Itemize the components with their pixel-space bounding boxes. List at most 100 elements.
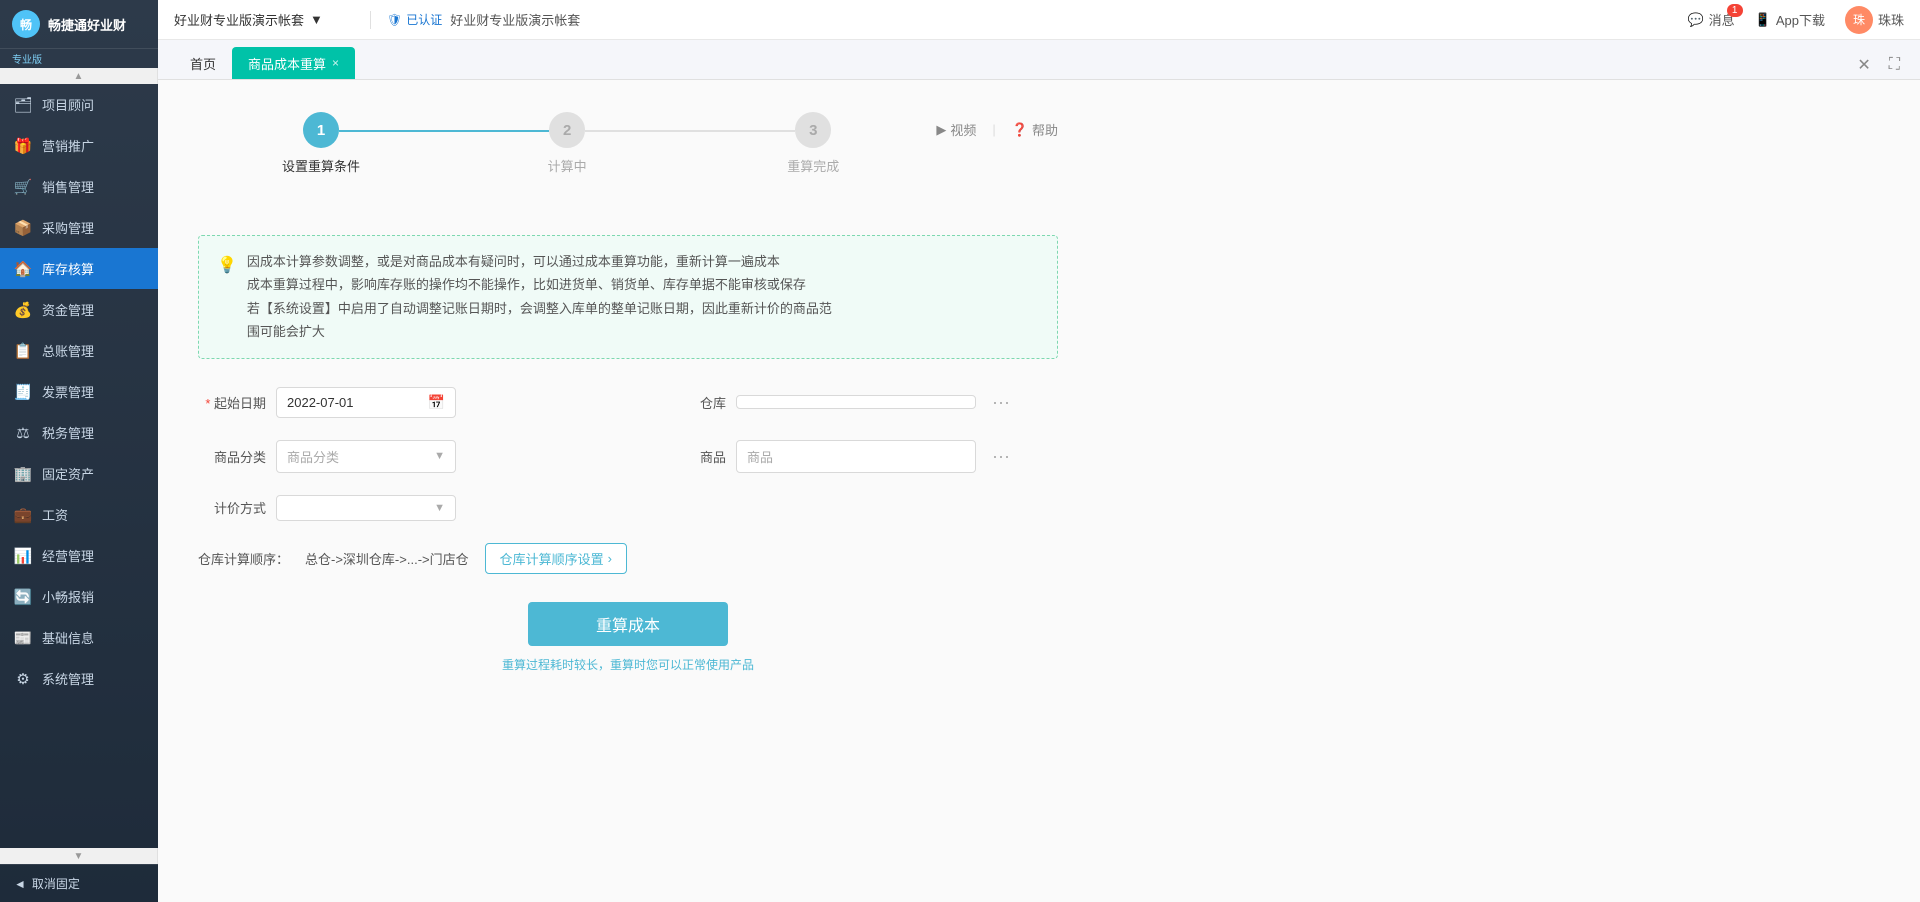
info-line-3: 若【系统设置】中启用了自动调整记账日期时，会调整入库单的整单记账日期，因此重新计… [247,297,832,320]
info-content: 因成本计算参数调整，或是对商品成本有疑问时，可以通过成本重算功能，重新计算一遍成… [247,250,832,344]
recalc-btn[interactable]: 重算成本 [528,602,728,646]
price-method-label: 计价方式 [198,498,266,517]
warehouse-more-icon[interactable]: ··· [986,392,1016,413]
sidebar-item-marketing[interactable]: 🎁 营销推广 [0,125,158,166]
sidebar-item-purchase[interactable]: 📦 采购管理 [0,207,158,248]
avatar: 珠 [1845,6,1873,34]
warehouse-order-settings-btn[interactable]: 仓库计算顺序设置 › [485,543,627,574]
certified-badge: 🛡 已认证 [387,11,442,28]
project-icon: 🗂 [14,96,32,114]
video-btn[interactable]: ▶ 视频 [936,120,976,139]
sidebar-item-operations[interactable]: 📊 经营管理 [0,535,158,576]
sidebar-item-tax[interactable]: ⚖ 税务管理 [0,412,158,453]
user-name: 珠珠 [1878,10,1904,29]
warehouse-group: 仓库 ··· [658,392,1058,413]
app-download-btn[interactable]: 📱 App下载 [1755,10,1825,29]
operations-icon: 📊 [14,547,32,565]
category-select[interactable]: 商品分类 ▼ [276,440,456,473]
category-label: 商品分类 [198,447,266,466]
step1-circle: 1 [303,112,339,148]
message-icon: 💬 [1687,12,1703,28]
finance-icon: 💰 [14,301,32,319]
certified-text: 已认证 [406,11,442,28]
tab-close-icon[interactable]: × [332,56,339,70]
tabbar-right: ✕ ⛶ [1853,51,1904,79]
sidebar-item-label: 库存核算 [42,259,94,278]
goods-group: 商品 商品 ··· [658,440,1058,473]
video-label: 视频 [950,120,976,139]
sidebar-item-label: 采购管理 [42,218,94,237]
step-3: 3 重算完成 [690,112,936,175]
form-row-3: 计价方式 ▼ [198,495,1058,521]
message-btn[interactable]: 💬 消息 1 [1687,10,1734,29]
tab-home-label: 首页 [190,54,216,73]
app-logo-text: 畅捷通好业财 [48,15,126,34]
start-date-input[interactable]: 2022-07-01 📅 [276,387,456,418]
sidebar-item-label: 系统管理 [42,669,94,688]
steps: 1 设置重算条件 2 计算中 3 [198,112,936,175]
sidebar-item-label: 固定资产 [42,464,94,483]
sidebar-item-accounting[interactable]: 📋 总账管理 [0,330,158,371]
company-name: 好业财专业版演示帐套 [450,10,580,29]
sales-icon: 🛒 [14,178,32,196]
sidebar-pin-toggle[interactable]: ◄ 取消固定 [0,864,158,902]
close-window-icon[interactable]: ✕ [1853,51,1874,79]
start-date-value: 2022-07-01 [287,395,420,410]
info-icon: 💡 [217,252,237,344]
warehouse-order-row: 仓库计算顺序： 总仓->深圳仓库->...->门店仓 仓库计算顺序设置 › [198,543,1058,574]
pin-icon: ◄ [14,877,26,891]
help-btn[interactable]: ❓ 帮助 [1012,120,1058,139]
goods-label: 商品 [658,447,726,466]
step2-label: 计算中 [548,156,587,175]
tab-home[interactable]: 首页 [174,47,232,79]
sidebar-item-project[interactable]: 🗂 项目顾问 [0,84,158,125]
sidebar-nav: 🗂 项目顾问 🎁 营销推广 🛒 销售管理 📦 采购管理 🏠 库存核算 💰 资金管… [0,84,158,848]
sidebar-scroll-up[interactable]: ▲ [0,68,158,84]
steps-actions: ▶ 视频 | ❓ 帮助 [936,112,1058,139]
topbar: 好业财专业版演示帐套 ▼ 🛡 已认证 好业财专业版演示帐套 💬 消息 1 📱 A… [158,0,1920,40]
sidebar-item-system[interactable]: ⚙ 系统管理 [0,658,158,699]
step1-label: 设置重算条件 [282,156,360,175]
warehouse-input[interactable] [736,395,976,409]
sidebar-item-label: 基础信息 [42,628,94,647]
goods-input[interactable]: 商品 [736,440,976,473]
app-edition: 专业版 [0,49,158,68]
sidebar-item-expense[interactable]: 🔄 小畅报销 [0,576,158,617]
category-arrow-icon: ▼ [434,450,445,462]
sidebar-item-finance[interactable]: 💰 资金管理 [0,289,158,330]
sidebar-item-basic[interactable]: 📰 基础信息 [0,617,158,658]
content-area: 1 设置重算条件 2 计算中 3 [158,80,1920,902]
warehouse-order-value: 总仓->深圳仓库->...->门店仓 [305,549,469,568]
assets-icon: 🏢 [14,465,32,483]
expand-icon[interactable]: ⛶ [1885,52,1904,78]
sidebar-scroll-down[interactable]: ▼ [0,848,158,864]
info-line-4: 围可能会扩大 [247,320,832,343]
basic-icon: 📰 [14,629,32,647]
sidebar-item-invoice[interactable]: 🧾 发票管理 [0,371,158,412]
price-method-select[interactable]: ▼ [276,495,456,521]
info-line-1: 因成本计算参数调整，或是对商品成本有疑问时，可以通过成本重算功能，重新计算一遍成… [247,250,832,273]
topbar-divider [370,11,371,29]
system-icon: ⚙ [14,670,32,688]
salary-icon: 💼 [14,506,32,524]
sidebar-item-sales[interactable]: 🛒 销售管理 [0,166,158,207]
sidebar-item-inventory[interactable]: 🏠 库存核算 [0,248,158,289]
user-profile[interactable]: 珠 珠珠 [1845,6,1904,34]
account-selector[interactable]: 好业财专业版演示帐套 ▼ [174,10,354,29]
app-logo-icon: 畅 [12,10,40,38]
sidebar: 畅 畅捷通好业财 专业版 ▲ 🗂 项目顾问 🎁 营销推广 🛒 销售管理 📦 采购… [0,0,158,902]
tax-icon: ⚖ [14,424,32,442]
phone-icon: 📱 [1755,12,1771,28]
step2-line [585,130,795,132]
sidebar-item-assets[interactable]: 🏢 固定资产 [0,453,158,494]
sidebar-item-salary[interactable]: 💼 工资 [0,494,158,535]
help-icon: ❓ [1012,122,1028,138]
help-label: 帮助 [1032,120,1058,139]
warehouse-btn-arrow-icon: › [608,551,612,566]
step1-line [339,130,549,132]
warehouse-label: 仓库 [658,393,726,412]
goods-more-icon[interactable]: ··· [986,446,1016,467]
sidebar-item-label: 营销推广 [42,136,94,155]
tab-active-label: 商品成本重算 [248,54,326,73]
tab-recalc[interactable]: 商品成本重算 × [232,47,355,79]
